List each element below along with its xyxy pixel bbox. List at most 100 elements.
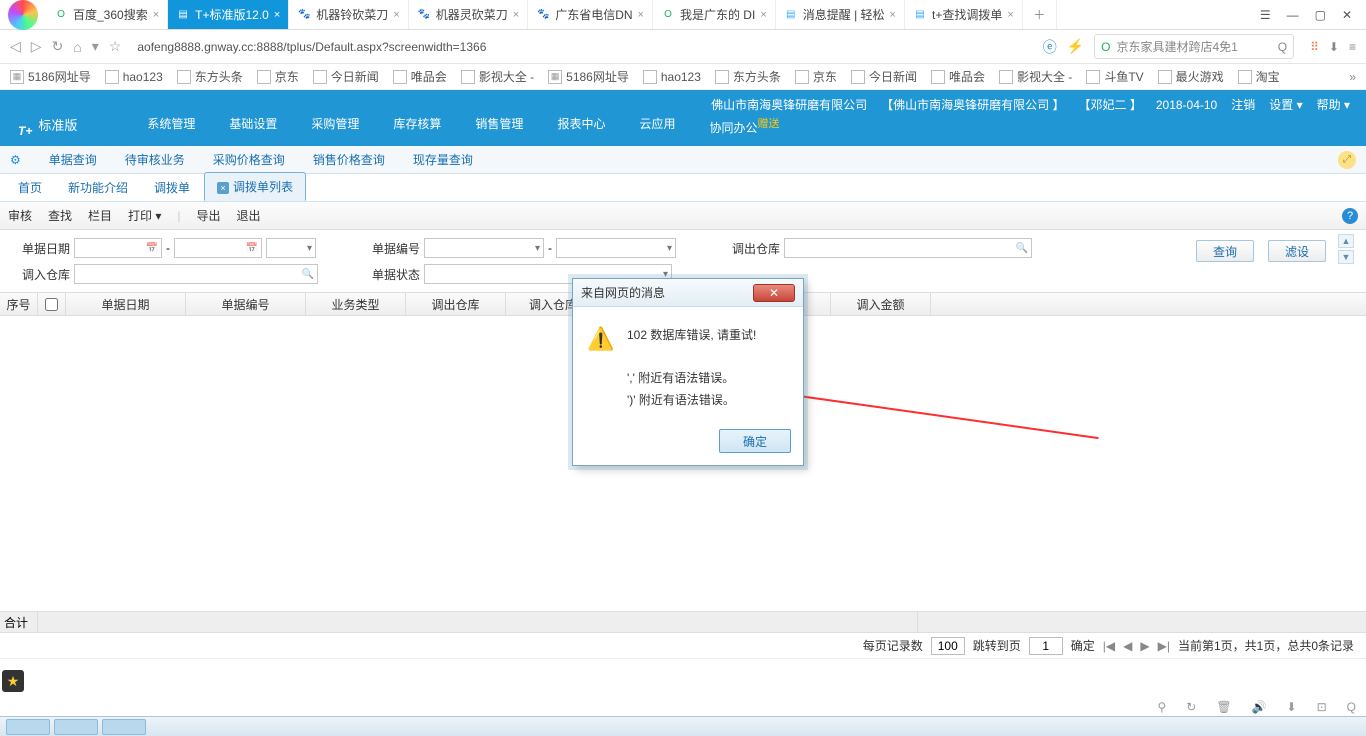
search-icon[interactable]: Q: [1278, 40, 1287, 54]
browser-tab[interactable]: ▤t+查找调拨单×: [905, 0, 1023, 29]
dialog-ok-button[interactable]: 确定: [719, 429, 791, 453]
page-tab[interactable]: ×调拨单列表: [204, 172, 306, 201]
secbar-item[interactable]: 待审核业务: [125, 151, 185, 168]
toolbar-print[interactable]: 打印 ▾: [128, 207, 161, 224]
close-icon[interactable]: ×: [274, 9, 280, 21]
maximize-icon[interactable]: ▢: [1315, 8, 1326, 22]
forward-icon[interactable]: ▷: [31, 38, 42, 55]
prev-page-icon[interactable]: ◀: [1123, 639, 1132, 653]
date-from-input[interactable]: [74, 238, 162, 258]
taskbar-item[interactable]: [54, 719, 98, 735]
close-icon[interactable]: ✕: [1342, 8, 1352, 22]
menu-item[interactable]: 云应用: [639, 115, 675, 136]
col-outwh[interactable]: 调出仓库: [406, 293, 506, 315]
taskbar-item[interactable]: [6, 719, 50, 735]
browser-tab[interactable]: 🐾机器灵砍菜刀×: [409, 0, 528, 29]
toolbar-find[interactable]: 查找: [48, 207, 72, 224]
bookmark-item[interactable]: ▦5186网址导: [10, 68, 91, 85]
pager-ok[interactable]: 确定: [1071, 637, 1095, 654]
close-icon[interactable]: ×: [638, 9, 644, 21]
scroll-up-icon[interactable]: ▲: [1338, 234, 1354, 248]
tool-icon[interactable]: Q: [1347, 700, 1356, 714]
expand-icon[interactable]: ⤢: [1338, 151, 1356, 169]
tool-icon[interactable]: ↻: [1186, 700, 1196, 714]
secbar-item[interactable]: 单据查询: [49, 151, 97, 168]
menu-item[interactable]: 系统管理: [147, 115, 195, 136]
browser-tab[interactable]: 🐾机器铃砍菜刀×: [289, 0, 408, 29]
menu-item[interactable]: 报表中心: [557, 115, 605, 136]
bookmark-item[interactable]: 京东: [795, 68, 837, 85]
bookmark-item[interactable]: 斗鱼TV: [1086, 68, 1143, 85]
bookmark-item[interactable]: 影视大全 -: [999, 68, 1072, 85]
menu-icon[interactable]: ☰: [1260, 8, 1271, 22]
bookmark-item[interactable]: 东方头条: [177, 68, 243, 85]
close-icon[interactable]: ×: [513, 9, 519, 21]
close-icon[interactable]: ×: [760, 9, 766, 21]
bookmark-item[interactable]: hao123: [105, 70, 163, 84]
browser-tab[interactable]: 🐾广东省电信DN×: [528, 0, 653, 29]
col-check[interactable]: [38, 293, 66, 315]
scroll-down-icon[interactable]: ▼: [1338, 250, 1354, 264]
menu-item[interactable]: 协同办公赠送: [709, 115, 779, 136]
date-to-input[interactable]: [174, 238, 262, 258]
toolbar-columns[interactable]: 栏目: [88, 207, 112, 224]
bookmark-item[interactable]: 淘宝: [1238, 68, 1280, 85]
gear-icon[interactable]: ⚙: [10, 153, 21, 167]
menu-item[interactable]: 采购管理: [311, 115, 359, 136]
jump-page-input[interactable]: [1029, 637, 1063, 655]
outwh-input[interactable]: [784, 238, 1032, 258]
bookmark-item[interactable]: 京东: [257, 68, 299, 85]
tool-icon[interactable]: ⊡: [1317, 700, 1327, 714]
secbar-item[interactable]: 销售价格查询: [313, 151, 385, 168]
close-icon[interactable]: ×: [1007, 9, 1013, 21]
col-inamt[interactable]: 调入金额: [831, 293, 931, 315]
help-icon[interactable]: ?: [1342, 208, 1358, 224]
new-tab-button[interactable]: ＋: [1023, 0, 1057, 29]
ie-mode-icon[interactable]: ⓔ: [1043, 37, 1057, 57]
bookmark-item[interactable]: 最火游戏: [1158, 68, 1224, 85]
col-date[interactable]: 单据日期: [66, 293, 186, 315]
toolbar-exit[interactable]: 退出: [237, 207, 261, 224]
dialog-titlebar[interactable]: 来自网页的消息 ✕: [573, 279, 803, 307]
page-tab[interactable]: 首页: [6, 174, 54, 201]
close-icon[interactable]: ×: [890, 9, 896, 21]
help-link[interactable]: 帮助 ▾: [1317, 96, 1350, 113]
inwh-input[interactable]: [74, 264, 318, 284]
back-icon[interactable]: ◁: [10, 38, 21, 55]
browser-search-input[interactable]: O京东家具建材跨店4免1Q: [1094, 34, 1294, 59]
page-tab[interactable]: 调拨单: [142, 174, 202, 201]
close-icon[interactable]: ×: [393, 9, 399, 21]
minimize-icon[interactable]: —: [1287, 8, 1299, 22]
next-page-icon[interactable]: ▶: [1140, 639, 1149, 653]
bookmark-item[interactable]: hao123: [643, 70, 701, 84]
more-icon[interactable]: ≡: [1349, 40, 1356, 54]
chevron-down-icon[interactable]: ▾: [92, 38, 99, 55]
apps-icon[interactable]: ⠿: [1310, 40, 1319, 54]
date-preset-select[interactable]: [266, 238, 316, 258]
close-icon[interactable]: ×: [153, 9, 159, 21]
menu-item[interactable]: 基础设置: [229, 115, 277, 136]
download-icon[interactable]: ⬇: [1329, 40, 1339, 54]
settings-link[interactable]: 设置 ▾: [1269, 96, 1302, 113]
flash-icon[interactable]: ⚡: [1067, 38, 1084, 55]
logout-link[interactable]: 注销: [1231, 96, 1255, 113]
browser-tab[interactable]: ▤T+标准版12.0×: [168, 0, 289, 29]
reload-icon[interactable]: ↻: [52, 38, 64, 55]
star-icon[interactable]: ☆: [109, 38, 122, 55]
first-page-icon[interactable]: |◀: [1103, 639, 1115, 653]
bookmark-item[interactable]: 唯品会: [931, 68, 985, 85]
secbar-item[interactable]: 现存量查询: [413, 151, 473, 168]
docno-from-input[interactable]: [424, 238, 544, 258]
docno-to-input[interactable]: [556, 238, 676, 258]
menu-item[interactable]: 库存核算: [393, 115, 441, 136]
tool-icon[interactable]: 🔊: [1252, 700, 1267, 714]
col-docno[interactable]: 单据编号: [186, 293, 306, 315]
tool-icon[interactable]: ⬇: [1287, 700, 1297, 714]
toolbar-audit[interactable]: 审核: [8, 207, 32, 224]
browser-tab[interactable]: O我是广东的 DI×: [653, 0, 776, 29]
url-field[interactable]: aofeng8888.gnway.cc:8888/tplus/Default.a…: [131, 36, 1032, 58]
tool-icon[interactable]: 🗑: [1216, 700, 1231, 714]
per-page-input[interactable]: [931, 637, 965, 655]
bookmark-item[interactable]: 今日新闻: [313, 68, 379, 85]
home-icon[interactable]: ⌂: [73, 39, 81, 55]
